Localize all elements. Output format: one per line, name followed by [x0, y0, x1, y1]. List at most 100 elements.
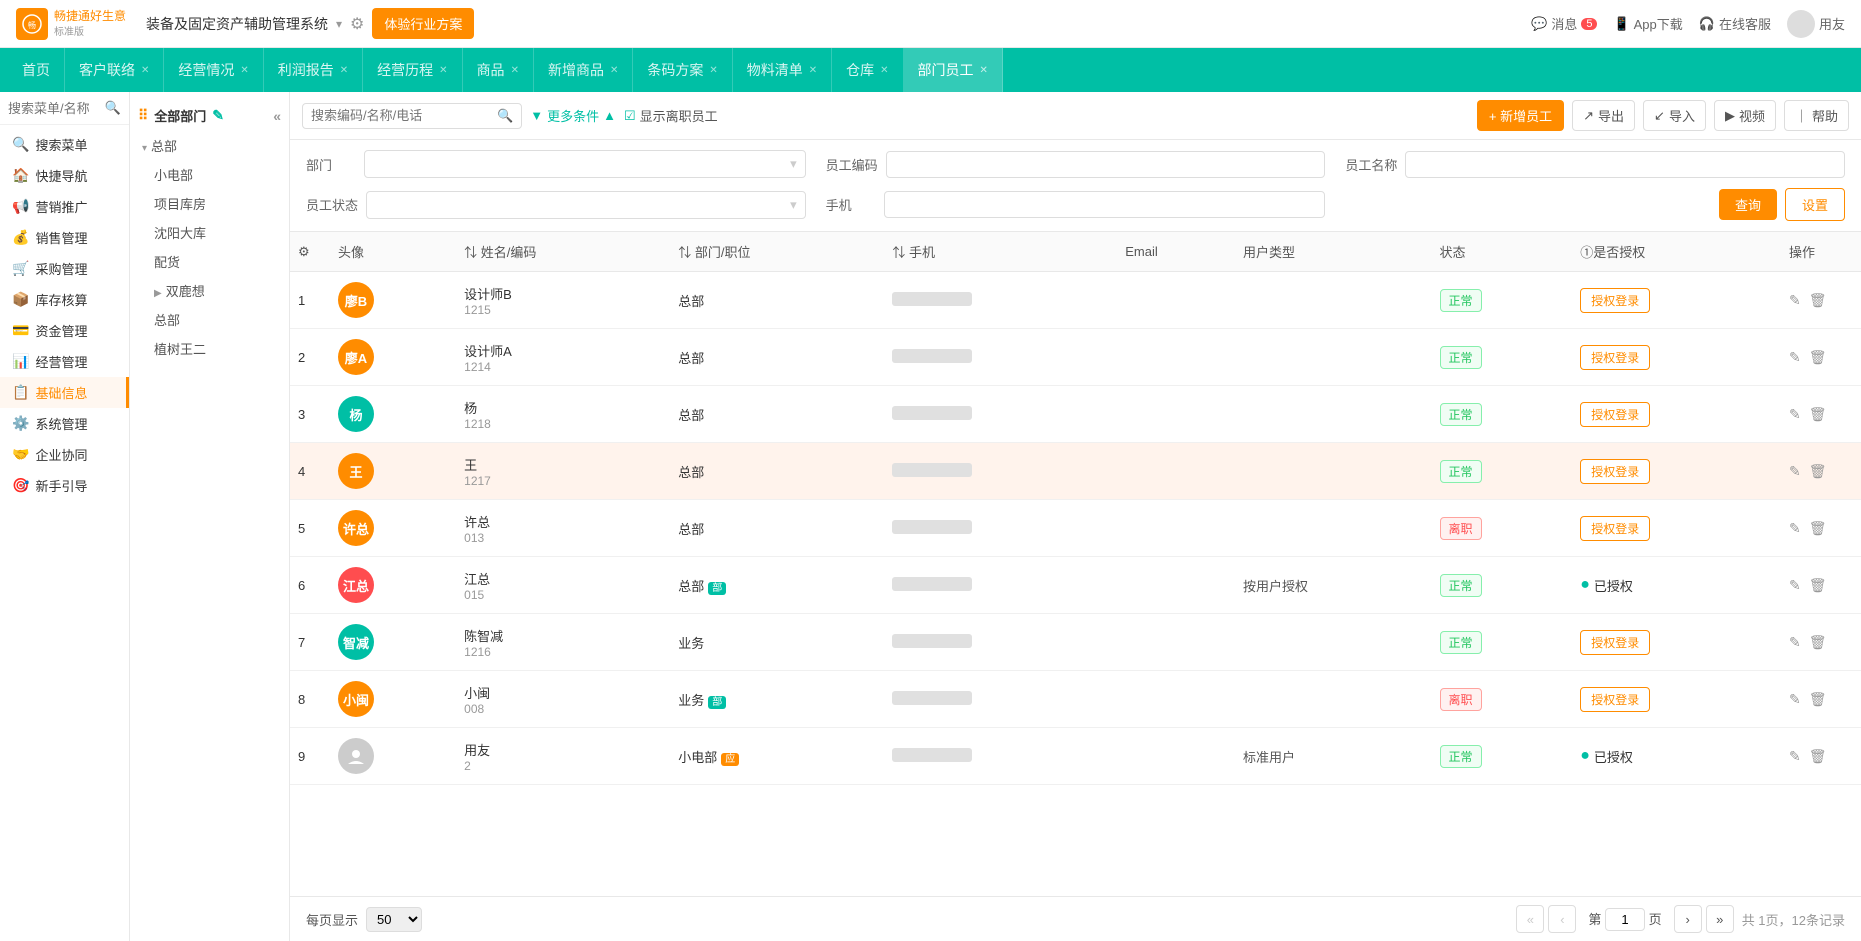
message-btn[interactable]: 💬 消息 5: [1531, 14, 1597, 33]
more-btn[interactable]: ｜ 帮助: [1784, 100, 1849, 131]
sidebar-item-shortcut[interactable]: 🏠快捷导航: [0, 160, 129, 191]
tab-operation[interactable]: 经营情况 ✕: [164, 48, 263, 92]
page-input[interactable]: [1605, 908, 1645, 931]
tab-operation-close[interactable]: ✕: [240, 65, 248, 76]
dept-edit-icon[interactable]: ✎: [212, 107, 224, 124]
delete-icon[interactable]: 🗑: [1809, 634, 1827, 651]
app-download-btn[interactable]: 📱 App下载: [1613, 14, 1682, 33]
delete-icon[interactable]: 🗑: [1809, 463, 1827, 480]
tab-history[interactable]: 经营历程 ✕: [363, 48, 462, 92]
page-size-select[interactable]: 50 100: [366, 907, 422, 932]
col-phone[interactable]: ⇅ 手机: [884, 232, 1117, 272]
tab-barcode[interactable]: 条码方案 ✕: [633, 48, 732, 92]
show-inactive[interactable]: ☑ 显示离职员工: [624, 106, 718, 125]
delete-icon[interactable]: 🗑: [1809, 748, 1827, 765]
filter-phone-input[interactable]: [884, 191, 1326, 218]
tab-warehouse[interactable]: 仓库 ✕: [832, 48, 903, 92]
next-page-btn[interactable]: ›: [1674, 905, 1702, 933]
add-employee-btn[interactable]: + 新增员工: [1477, 100, 1564, 131]
sidebar-search-input[interactable]: [8, 101, 99, 116]
prev-page-btn[interactable]: ‹: [1548, 905, 1576, 933]
last-page-btn[interactable]: »: [1706, 905, 1734, 933]
col-dept-pos[interactable]: ⇅ 部门/职位: [670, 232, 884, 272]
dept-node-shuanglu[interactable]: ▶双鹿想: [130, 276, 289, 305]
delete-icon[interactable]: 🗑: [1809, 349, 1827, 366]
dept-node-small-elec[interactable]: 小电部: [130, 160, 289, 189]
sidebar-item-search[interactable]: 🔍搜索菜单: [0, 129, 129, 160]
online-service-btn[interactable]: 🎧 在线客服: [1699, 14, 1771, 33]
delete-icon[interactable]: 🗑: [1809, 520, 1827, 537]
tab-employee-close[interactable]: ✕: [980, 65, 988, 76]
auth-btn[interactable]: 授权登录: [1580, 288, 1650, 313]
auth-btn[interactable]: 授权登录: [1580, 516, 1650, 541]
edit-icon[interactable]: ✎: [1789, 748, 1801, 765]
tab-employee[interactable]: 部门员工 ✕: [904, 48, 1003, 92]
tab-home[interactable]: 首页: [8, 48, 65, 92]
filter-status-select[interactable]: ▾: [366, 191, 806, 219]
tab-new-goods[interactable]: 新增商品 ✕: [534, 48, 633, 92]
filter-dept-select[interactable]: ▾: [364, 150, 806, 178]
sidebar-item-marketing[interactable]: 📢营销推广: [0, 191, 129, 222]
delete-icon[interactable]: 🗑: [1809, 406, 1827, 423]
search-input[interactable]: [311, 108, 491, 123]
set-btn[interactable]: 设置: [1785, 188, 1845, 221]
sidebar-item-basic[interactable]: 📋基础信息: [0, 377, 129, 408]
tab-history-close[interactable]: ✕: [439, 65, 447, 76]
dept-collapse-icon[interactable]: «: [273, 108, 281, 124]
sidebar-item-inventory[interactable]: 📦库存核算: [0, 284, 129, 315]
filter-empname-input[interactable]: [1405, 151, 1845, 178]
col-name-code[interactable]: ⇅ 姓名/编码: [456, 232, 670, 272]
filter-empcode-input[interactable]: [886, 151, 1326, 178]
import-btn[interactable]: ↙ 导入: [1643, 100, 1706, 131]
tab-goods[interactable]: 商品 ✕: [463, 48, 534, 92]
tab-goods-close[interactable]: ✕: [511, 65, 519, 76]
filter-btn[interactable]: ▼ 更多条件 ▲: [530, 106, 616, 125]
sidebar-item-system[interactable]: ⚙️系统管理: [0, 408, 129, 439]
query-btn[interactable]: 查询: [1719, 189, 1777, 220]
tab-profit-close[interactable]: ✕: [340, 65, 348, 76]
sidebar-item-finance[interactable]: 💳资金管理: [0, 315, 129, 346]
delete-icon[interactable]: 🗑: [1809, 577, 1827, 594]
auth-btn[interactable]: 授权登录: [1580, 402, 1650, 427]
dept-node-zhishu[interactable]: 植树王二: [130, 334, 289, 363]
delete-icon[interactable]: 🗑: [1809, 292, 1827, 309]
sidebar-item-guide[interactable]: 🎯新手引导: [0, 470, 129, 501]
auth-btn[interactable]: 授权登录: [1580, 345, 1650, 370]
tab-new-goods-close[interactable]: ✕: [610, 65, 618, 76]
tab-bom[interactable]: 物料清单 ✕: [733, 48, 832, 92]
sidebar-item-biz[interactable]: 📊经营管理: [0, 346, 129, 377]
edit-icon[interactable]: ✎: [1789, 463, 1801, 480]
dept-node-shenyang[interactable]: 沈阳大库: [130, 218, 289, 247]
delete-icon[interactable]: 🗑: [1809, 691, 1827, 708]
view-btn[interactable]: ▶ 视频: [1714, 100, 1776, 131]
dept-node-project[interactable]: 项目库房: [130, 189, 289, 218]
tab-bom-close[interactable]: ✕: [809, 65, 817, 76]
edit-icon[interactable]: ✎: [1789, 292, 1801, 309]
sidebar-item-purchase[interactable]: 🛒采购管理: [0, 253, 129, 284]
first-page-btn[interactable]: «: [1516, 905, 1544, 933]
user-btn[interactable]: 用友: [1787, 10, 1845, 38]
tab-profit[interactable]: 利润报告 ✕: [264, 48, 363, 92]
sidebar-item-sales[interactable]: 💰销售管理: [0, 222, 129, 253]
auth-btn[interactable]: 授权登录: [1580, 687, 1650, 712]
dept-node-root[interactable]: ▾总部: [130, 131, 289, 160]
sidebar-item-collab[interactable]: 🤝企业协同: [0, 439, 129, 470]
edit-icon[interactable]: ✎: [1789, 577, 1801, 594]
col-settings[interactable]: ⚙: [290, 232, 330, 272]
tab-customer[interactable]: 客户联络 ✕: [65, 48, 164, 92]
dept-node-zongbu[interactable]: 总部: [130, 305, 289, 334]
auth-btn[interactable]: 授权登录: [1580, 459, 1650, 484]
edit-icon[interactable]: ✎: [1789, 634, 1801, 651]
trial-btn[interactable]: 体验行业方案: [372, 8, 474, 39]
edit-icon[interactable]: ✎: [1789, 691, 1801, 708]
tab-barcode-close[interactable]: ✕: [709, 65, 717, 76]
settings-icon[interactable]: ⚙: [350, 14, 364, 34]
export-btn[interactable]: ↗ 导出: [1572, 100, 1635, 131]
auth-btn[interactable]: 授权登录: [1580, 630, 1650, 655]
tab-warehouse-close[interactable]: ✕: [880, 65, 888, 76]
edit-icon[interactable]: ✎: [1789, 349, 1801, 366]
edit-icon[interactable]: ✎: [1789, 520, 1801, 537]
tab-customer-close[interactable]: ✕: [141, 65, 149, 76]
edit-icon[interactable]: ✎: [1789, 406, 1801, 423]
dept-node-peihuo[interactable]: 配货: [130, 247, 289, 276]
